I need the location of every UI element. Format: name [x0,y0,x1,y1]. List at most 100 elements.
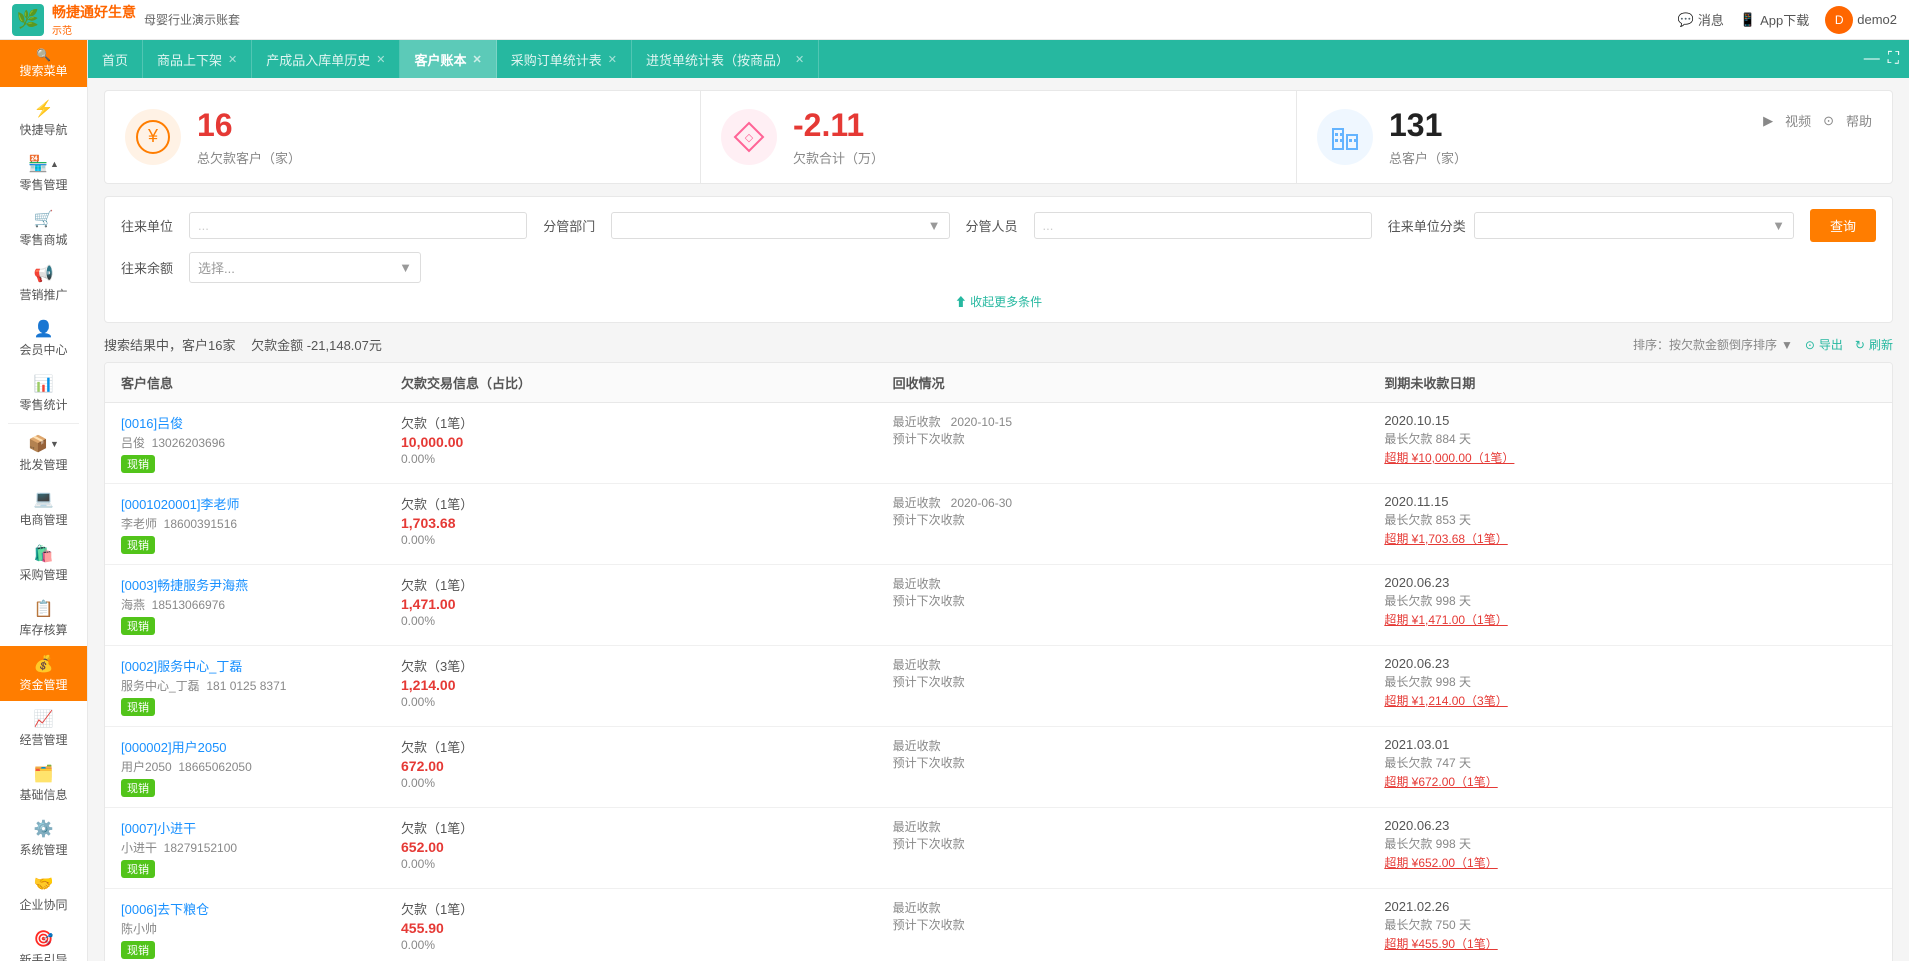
tab-bar-minimize-icon[interactable]: — [1864,50,1880,68]
overdue-link-4[interactable]: 超期 ¥672.00（1笔） [1384,773,1876,790]
sidebar-item-enterprise[interactable]: 🤝 企业协同 [0,866,87,921]
tab-purchase-stat-close[interactable]: ✕ [795,53,804,66]
sidebar-item-purchase[interactable]: 🛍️ 采购管理 [0,536,87,591]
balance-placeholder: 选择... [198,258,235,277]
overdue-date-6: 2021.02.26 [1384,899,1876,914]
sort-chevron-icon: ▼ [1781,338,1793,352]
sidebar-item-label-finance: 资金管理 [19,676,67,693]
video-label: 视频 [1785,111,1811,130]
tab-bar-maximize-icon[interactable]: ⛶ [1888,50,1899,68]
category-input[interactable]: ▼ [1474,212,1794,239]
customer-phone-5: 小进干 18279152100 [121,839,401,856]
sidebar-item-newbie[interactable]: 🎯 新手引导 [0,921,87,961]
dept-input[interactable]: ▼ [611,212,949,239]
help-icon[interactable]: ⊙ [1823,113,1834,129]
customer-name-5[interactable]: [0007]小进干 [121,818,401,837]
sidebar-item-batch-mgmt[interactable]: 📦 ▼ 批发管理 [0,426,87,481]
balance-chevron-icon: ▼ [399,260,412,275]
tab-product-off-close[interactable]: ✕ [228,53,237,66]
debt-cell-5: 欠款（1笔） 652.00 0.00% [401,818,893,871]
customer-name-0[interactable]: [0016]吕俊 [121,413,401,432]
summary-card-3: 131 总客户（家） ▶ 视频 ⊙ 帮助 [1297,91,1892,183]
last-payment-2: 最近收款 [893,575,1385,592]
yuan-icon: ¥ [135,119,171,155]
customer-phone-4: 用户2050 18665062050 [121,758,401,775]
balance-input[interactable]: 选择... ▼ [189,252,421,283]
sidebar-item-finance[interactable]: 💰 资金管理 [0,646,87,701]
sidebar-item-marketing[interactable]: 📢 营销推广 [0,256,87,311]
overdue-date-5: 2020.06.23 [1384,818,1876,833]
building-icon [1327,119,1363,155]
data-table: 客户信息 欠款交易信息（占比） 回收情况 到期未收款日期 [0016]吕俊 吕俊… [104,362,1893,961]
video-icon[interactable]: ▶ [1763,113,1773,129]
customer-tag-1: 现销 [121,536,155,554]
tab-product-off[interactable]: 商品上下架 ✕ [143,40,252,78]
tab-purchase-stat[interactable]: 进货单统计表（按商品） ✕ [632,40,819,78]
sidebar-item-retail-mall[interactable]: 🛒 零售商城 [0,201,87,256]
overdue-link-6[interactable]: 超期 ¥455.90（1笔） [1384,935,1876,952]
collapse-label: 收起更多条件 [970,295,1042,309]
table-row: [0016]吕俊 吕俊 13026203696 现销 欠款（1笔） 10,000… [105,403,1892,484]
last-payment-1: 最近收款 2020-06-30 [893,494,1385,511]
overdue-link-2[interactable]: 超期 ¥1,471.00（1笔） [1384,611,1876,628]
debt-percent-1: 0.00% [401,533,893,547]
customer-name-4[interactable]: [000002]用户2050 [121,737,401,756]
debt-amount-3: 1,214.00 [401,677,893,693]
recovery-cell-1: 最近收款 2020-06-30 预计下次收款 [893,494,1385,528]
user-avatar-btn[interactable]: D demo2 [1825,6,1897,34]
customer-phone-2: 海燕 18513066976 [121,596,401,613]
overdue-link-0[interactable]: 超期 ¥10,000.00（1笔） [1384,449,1876,466]
debt-cell-0: 欠款（1笔） 10,000.00 0.00% [401,413,893,466]
sidebar-item-sys[interactable]: ⚙️ 系统管理 [0,811,87,866]
sidebar-item-retail-mgmt[interactable]: 🏪 ▲ 零售管理 [0,146,87,201]
next-payment-4: 预计下次收款 [893,754,1385,771]
tab-home[interactable]: 首页 [88,40,143,78]
retail-stat-icon: 📊 [34,374,54,394]
biz-icon: 📈 [34,709,54,729]
sidebar-item-member[interactable]: 👤 会员中心 [0,311,87,366]
sidebar-search[interactable]: 🔍 搜索菜单 [0,40,87,87]
overdue-link-1[interactable]: 超期 ¥1,703.68（1笔） [1384,530,1876,547]
person-input[interactable]: ... [1034,212,1372,239]
sort-label: 排序：按欠款金额倒序排序 [1633,336,1777,353]
customer-name-2[interactable]: [0003]畅捷服务尹海燕 [121,575,401,594]
tab-purchase-order-close[interactable]: ✕ [608,53,617,66]
sidebar-item-retail-stat[interactable]: 📊 零售统计 [0,366,87,421]
message-btn[interactable]: 💬 消息 [1678,10,1724,29]
overdue-cell-2: 2020.06.23 最长欠款 998 天 超期 ¥1,471.00（1笔） [1384,575,1876,628]
sort-dropdown[interactable]: 排序：按欠款金额倒序排序 ▼ [1633,336,1793,353]
last-payment-6: 最近收款 [893,899,1385,916]
filter-category: 往来单位分类 ▼ [1388,212,1794,239]
tab-customer-account-close[interactable]: ✕ [473,53,482,66]
last-payment-0: 最近收款 2020-10-15 [893,413,1385,430]
sidebar-item-inventory[interactable]: 📋 库存核算 [0,591,87,646]
export-btn[interactable]: ⊙ 导出 [1805,336,1843,353]
last-payment-5: 最近收款 [893,818,1385,835]
sidebar-item-basic[interactable]: 🗂️ 基础信息 [0,756,87,811]
table-row: [0003]畅捷服务尹海燕 海燕 18513066976 现销 欠款（1笔） 1… [105,565,1892,646]
overdue-link-3[interactable]: 超期 ¥1,214.00（3笔） [1384,692,1876,709]
message-icon: 💬 [1678,12,1694,28]
overdue-link-5[interactable]: 超期 ¥652.00（1笔） [1384,854,1876,871]
customer-name-1[interactable]: [0001020001]李老师 [121,494,401,513]
query-button[interactable]: 查询 [1810,209,1876,242]
overdue-cell-3: 2020.06.23 最长欠款 998 天 超期 ¥1,214.00（3笔） [1384,656,1876,709]
debt-percent-4: 0.00% [401,776,893,790]
tab-product-history-close[interactable]: ✕ [376,53,385,66]
tab-product-history[interactable]: 产成品入库单历史 ✕ [252,40,400,78]
dept-chevron-icon: ▼ [928,218,941,233]
customer-name-6[interactable]: [0006]去下粮仓 [121,899,401,918]
tab-customer-account[interactable]: 客户账本 ✕ [400,40,496,78]
sidebar-item-ecom[interactable]: 💻 电商管理 [0,481,87,536]
sidebar-item-biz[interactable]: 📈 经营管理 [0,701,87,756]
debt-percent-5: 0.00% [401,857,893,871]
customer-tag-0: 现销 [121,455,155,473]
app-download-btn[interactable]: 📱 App下载 [1740,10,1809,29]
logo-area: 🌿 畅捷通好生意 示范 母婴行业演示账套 [12,2,240,37]
customer-name-3[interactable]: [0002]服务中心_丁磊 [121,656,401,675]
collapse-row[interactable]: ⬆ 收起更多条件 [121,293,1876,310]
refresh-btn[interactable]: ↻ 刷新 [1855,336,1893,353]
from-unit-input[interactable]: ... [189,212,527,239]
sidebar-item-quick-nav[interactable]: ⚡ 快捷导航 [0,91,87,146]
tab-purchase-order[interactable]: 采购订单统计表 ✕ [497,40,632,78]
